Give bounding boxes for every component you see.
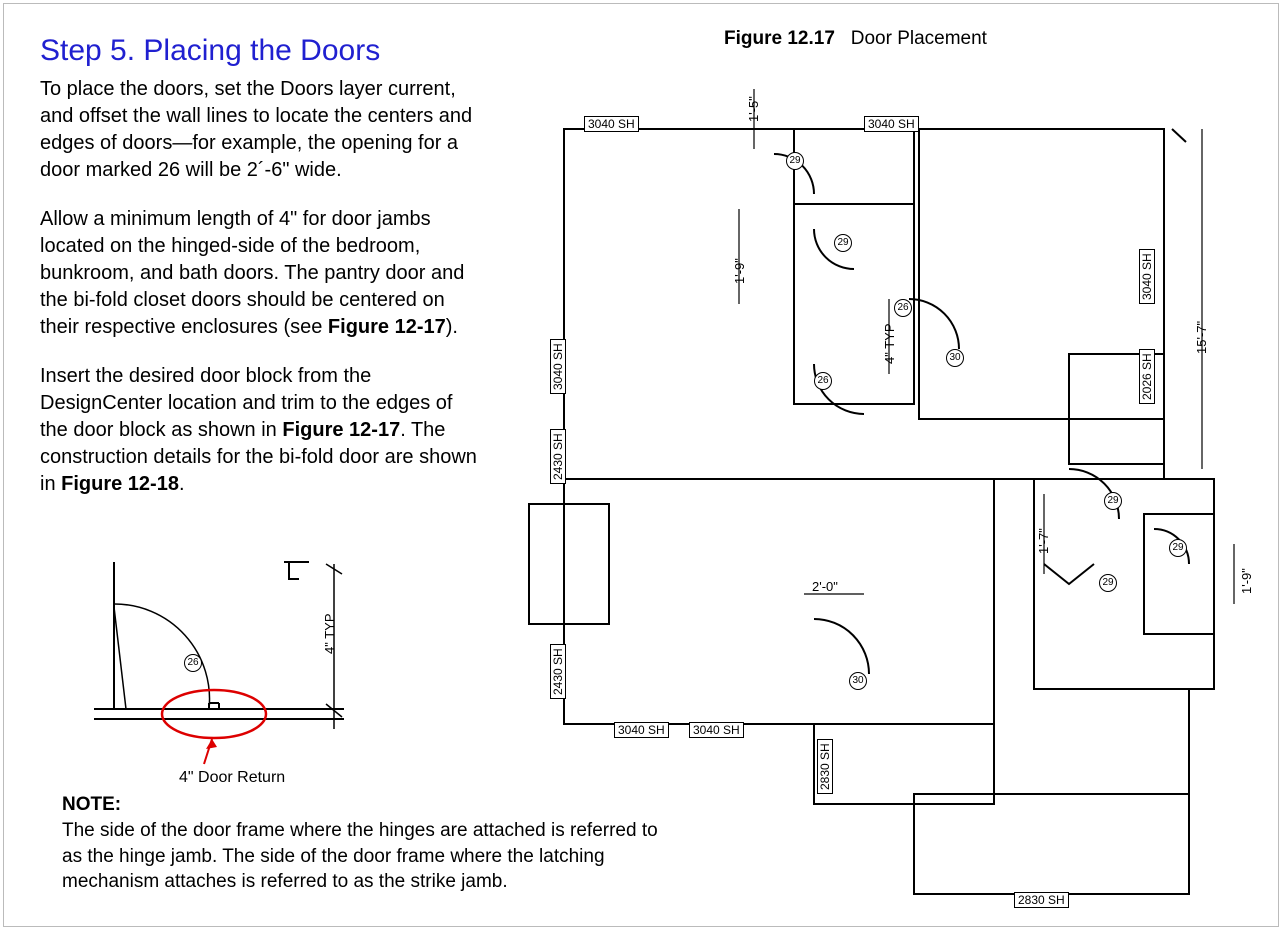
door-detail-svg <box>84 559 364 789</box>
door-tag: 30 <box>946 349 964 367</box>
door-tag: 29 <box>786 152 804 170</box>
window-tag: 2830 SH <box>817 739 833 794</box>
door-tag: 29 <box>1169 539 1187 557</box>
document-page: Step 5. Placing the Doors To place the d… <box>3 3 1279 927</box>
door-tag: 26 <box>814 372 832 390</box>
dimension-label: 1'-5" <box>746 96 761 122</box>
window-tag: 2430 SH <box>550 429 566 484</box>
door-tag: 30 <box>849 672 867 690</box>
door-tag: 29 <box>1099 574 1117 592</box>
window-tag: 3040 SH <box>864 116 919 132</box>
paragraph-2: Allow a minimum length of 4" for door ja… <box>40 206 480 341</box>
figure-number: Figure 12.17 <box>724 28 835 49</box>
para3-text-e: . <box>179 473 185 495</box>
window-tag: 3040 SH <box>1139 249 1155 304</box>
para3-figref1: Figure 12-17 <box>282 419 400 441</box>
window-tag: 3040 SH <box>614 722 669 738</box>
door-tag: 29 <box>834 234 852 252</box>
para2-figref: Figure 12-17 <box>328 316 446 338</box>
window-tag: 2026 SH <box>1139 349 1155 404</box>
floorplan-svg <box>514 74 1260 904</box>
paragraph-3: Insert the desired door block from the D… <box>40 363 480 498</box>
window-tag: 3040 SH <box>584 116 639 132</box>
door-tag: 26 <box>894 299 912 317</box>
detail-door-tag: 26 <box>184 654 202 672</box>
paragraph-1: To place the doors, set the Doors layer … <box>40 76 480 184</box>
dimension-label: 1'-9" <box>1239 568 1254 594</box>
window-tag: 2430 SH <box>550 644 566 699</box>
dimension-label: 4" TYP <box>882 323 897 364</box>
dimension-label: 15'-7" <box>1194 321 1209 354</box>
figure-caption: Figure 12.17 Door Placement <box>724 28 987 50</box>
para2-text-c: ). <box>446 316 458 338</box>
floorplan-figure: 3040 SH 3040 SH 3040 SH 2430 SH 2430 SH … <box>514 74 1260 904</box>
step-heading: Step 5. Placing the Doors <box>40 34 1242 68</box>
window-tag: 2830 SH <box>1014 892 1069 908</box>
door-return-detail: 4" TYP 26 4" Door Return <box>84 559 364 789</box>
dimension-label: 1'-9" <box>732 258 747 284</box>
dimension-label: 1'-7" <box>1036 528 1051 554</box>
window-tag: 3040 SH <box>550 339 566 394</box>
dimension-label: 2'-0" <box>812 579 838 594</box>
door-return-label: 4" Door Return <box>179 769 285 787</box>
window-tag: 3040 SH <box>689 722 744 738</box>
detail-4typ-label: 4" TYP <box>322 613 337 654</box>
door-tag: 29 <box>1104 492 1122 510</box>
para3-figref2: Figure 12-18 <box>61 473 179 495</box>
figure-title: Door Placement <box>851 28 987 49</box>
